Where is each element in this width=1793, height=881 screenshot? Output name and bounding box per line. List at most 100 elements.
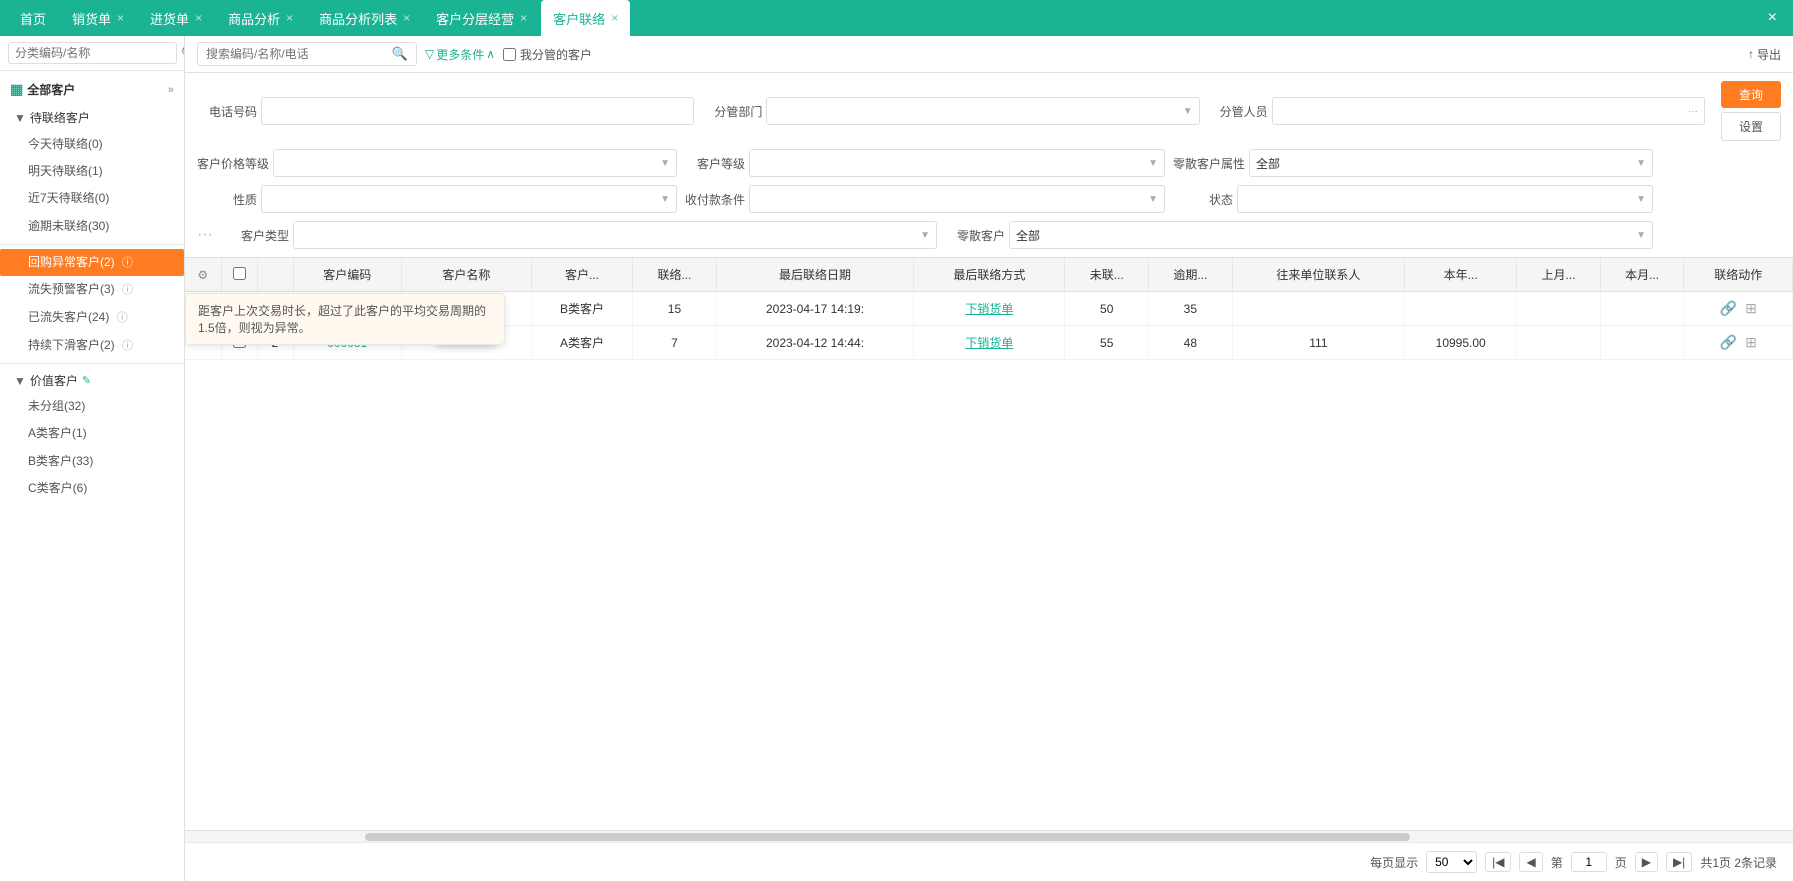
more-dots-icon[interactable]: ··· (197, 226, 213, 244)
price-level-select[interactable]: ▼ (273, 149, 677, 177)
col-header-last-contact-method[interactable]: 最后联络方式 (914, 258, 1065, 292)
customer-type-select[interactable]: ▼ (293, 221, 937, 249)
settings-button[interactable]: 设置 (1721, 112, 1781, 141)
col-header-last-contact-date[interactable]: 最后联络日期 (716, 258, 914, 292)
phone-input[interactable] (261, 97, 694, 125)
export-button[interactable]: ↑ 导出 (1748, 46, 1781, 63)
page-prev-button[interactable]: ◀ (1519, 852, 1542, 872)
sidebar-item-7days-pending[interactable]: 近7天待联络(0) (0, 185, 184, 212)
retail-attr-select[interactable]: 全部 ▼ (1249, 149, 1653, 177)
sidebar-section-value-header[interactable]: ▼ 价值客户 ✎ (0, 368, 184, 393)
sidebar-item-declining[interactable]: 持续下滑客户(2) ⓘ (0, 332, 184, 360)
select-all-checkbox[interactable] (233, 267, 246, 280)
nav-customer-segment[interactable]: 客户分层经营 × (424, 0, 539, 36)
nav-sales-order[interactable]: 销货单 × (60, 0, 136, 36)
page-last-button[interactable]: ▶| (1666, 852, 1692, 872)
filter-cell-payment: 收付款条件 ▼ (685, 185, 1165, 213)
customer-level-select[interactable]: ▼ (749, 149, 1165, 177)
per-page-select[interactable]: 50 20 100 (1426, 851, 1477, 873)
page-next-button[interactable]: ▶ (1635, 852, 1658, 872)
col-header-contact-count[interactable]: 联络... (633, 258, 717, 292)
sidebar-item-class-a[interactable]: A类客户(1) (0, 420, 184, 447)
col-header-no-contact[interactable]: 未联... (1065, 258, 1149, 292)
close-sales-order-icon[interactable]: × (117, 11, 124, 25)
sidebar-item-churn-warning[interactable]: 流失预警客户(3) ⓘ (0, 276, 184, 304)
edit-value-icon[interactable]: ✎ (82, 374, 91, 387)
sidebar-item-repurchase-abnormal[interactable]: 回购异常客户(2) ⓘ (0, 249, 184, 277)
col-header-last-month[interactable]: 上月... (1517, 258, 1601, 292)
col-header-this-month[interactable]: 本月... (1600, 258, 1684, 292)
col-header-this-year[interactable]: 本年... (1405, 258, 1517, 292)
row1-link-icon[interactable]: 🔗 (1720, 300, 1737, 317)
nav-home[interactable]: 首页 (8, 0, 58, 36)
retail-customer-select[interactable]: 全部 ▼ (1009, 221, 1653, 249)
status-select[interactable]: ▼ (1237, 185, 1653, 213)
col-header-overdue[interactable]: 逾期... (1149, 258, 1233, 292)
close-all-tabs-button[interactable]: × (1760, 9, 1785, 27)
customer-type-label: 客户类型 (229, 227, 289, 244)
page-first-button[interactable]: |◀ (1485, 852, 1511, 872)
col-header-code[interactable]: 客户编码 (293, 258, 401, 292)
payment-label: 收付款条件 (685, 191, 745, 208)
close-customer-segment-icon[interactable]: × (520, 11, 527, 25)
sidebar-item-class-b[interactable]: B类客户(33) (0, 448, 184, 475)
filter-cell-dept: 分管部门 ▼ (702, 97, 1199, 125)
collapse-icon[interactable]: » (168, 84, 174, 96)
close-product-analysis-icon[interactable]: × (286, 11, 293, 25)
col-header-settings[interactable]: ⚙ (185, 258, 221, 292)
row1-last-contact-method[interactable]: 下销货单 (914, 292, 1065, 326)
sidebar-item-overdue-pending[interactable]: 逾期未联络(30) (0, 213, 184, 240)
scroll-thumb[interactable] (365, 833, 1410, 841)
filter-search-input[interactable] (206, 47, 388, 61)
my-customers-checkbox[interactable] (503, 48, 516, 61)
sidebar-tree: ▦ 全部客户 » ▼ 待联络客户 今天待联络(0) 明天待联络(1) 近7天待联… (0, 71, 184, 881)
sidebar-item-ungrouped[interactable]: 未分组(32) (0, 393, 184, 420)
caret-ctype-icon: ▼ (920, 230, 930, 241)
sidebar-search-icon[interactable]: 🔍 (181, 45, 185, 62)
col-header-contact-person[interactable]: 往来单位联系人 (1232, 258, 1405, 292)
price-level-label: 客户价格等级 (197, 155, 269, 172)
query-button[interactable]: 查询 (1721, 81, 1781, 108)
sidebar-item-class-c[interactable]: C类客户(6) (0, 475, 184, 502)
sidebar-root-item[interactable]: ▦ 全部客户 » (0, 75, 184, 104)
row2-last-contact-date: 2023-04-12 14:44: (716, 326, 914, 360)
row2-qr-icon[interactable]: ⊞ (1745, 334, 1757, 351)
nav-purchase-order[interactable]: 进货单 × (138, 0, 214, 36)
row1-last-month (1517, 292, 1601, 326)
sidebar-section-pending-header[interactable]: ▼ 待联络客户 (0, 104, 184, 131)
filter-search-icon[interactable]: 🔍 (392, 46, 408, 62)
close-product-analysis-list-icon[interactable]: × (403, 11, 410, 25)
row2-link-icon[interactable]: 🔗 (1720, 334, 1737, 351)
row1-link-method[interactable]: 下销货单 (965, 302, 1013, 316)
manager-select[interactable]: ··· (1272, 97, 1705, 125)
filter-row-4: ··· 客户类型 ▼ 零散客户 全部 ▼ (197, 221, 1781, 249)
nav-product-analysis[interactable]: 商品分析 × (216, 0, 305, 36)
nav-customer-contact[interactable]: 客户联络 × (541, 0, 630, 36)
row1-this-month (1600, 292, 1684, 326)
horizontal-scroll-bar[interactable] (185, 830, 1793, 842)
row1-qr-icon[interactable]: ⊞ (1745, 300, 1757, 317)
more-conditions-button[interactable]: ▽ 更多条件 ∧ (425, 46, 495, 63)
table-settings-icon[interactable]: ⚙ (197, 268, 208, 282)
row2-link-method[interactable]: 下销货单 (965, 336, 1013, 350)
sidebar-item-churned[interactable]: 已流失客户(24) ⓘ (0, 304, 184, 332)
sidebar-item-today-pending[interactable]: 今天待联络(0) (0, 131, 184, 158)
sidebar-search-input[interactable] (8, 42, 177, 64)
divider (0, 244, 184, 245)
payment-select[interactable]: ▼ (749, 185, 1165, 213)
page-number-input[interactable] (1571, 852, 1607, 872)
nav-product-analysis-list[interactable]: 商品分析列表 × (307, 0, 422, 36)
my-customers-checkbox-row: 我分管的客户 (503, 46, 592, 63)
sidebar-item-tomorrow-pending[interactable]: 明天待联络(1) (0, 158, 184, 185)
col-header-type[interactable]: 客户... (531, 258, 632, 292)
divider2 (0, 363, 184, 364)
row2-last-contact-method[interactable]: 下销货单 (914, 326, 1065, 360)
close-purchase-order-icon[interactable]: × (195, 11, 202, 25)
dept-select[interactable]: ▼ (766, 97, 1199, 125)
close-customer-contact-icon[interactable]: × (611, 11, 618, 25)
col-header-name[interactable]: 客户名称 (401, 258, 531, 292)
gender-select[interactable]: ▼ (261, 185, 677, 213)
per-page-label: 每页显示 (1370, 854, 1418, 871)
phone-label: 电话号码 (197, 103, 257, 120)
total-records-label: 共1页 2条记录 (1700, 854, 1777, 871)
